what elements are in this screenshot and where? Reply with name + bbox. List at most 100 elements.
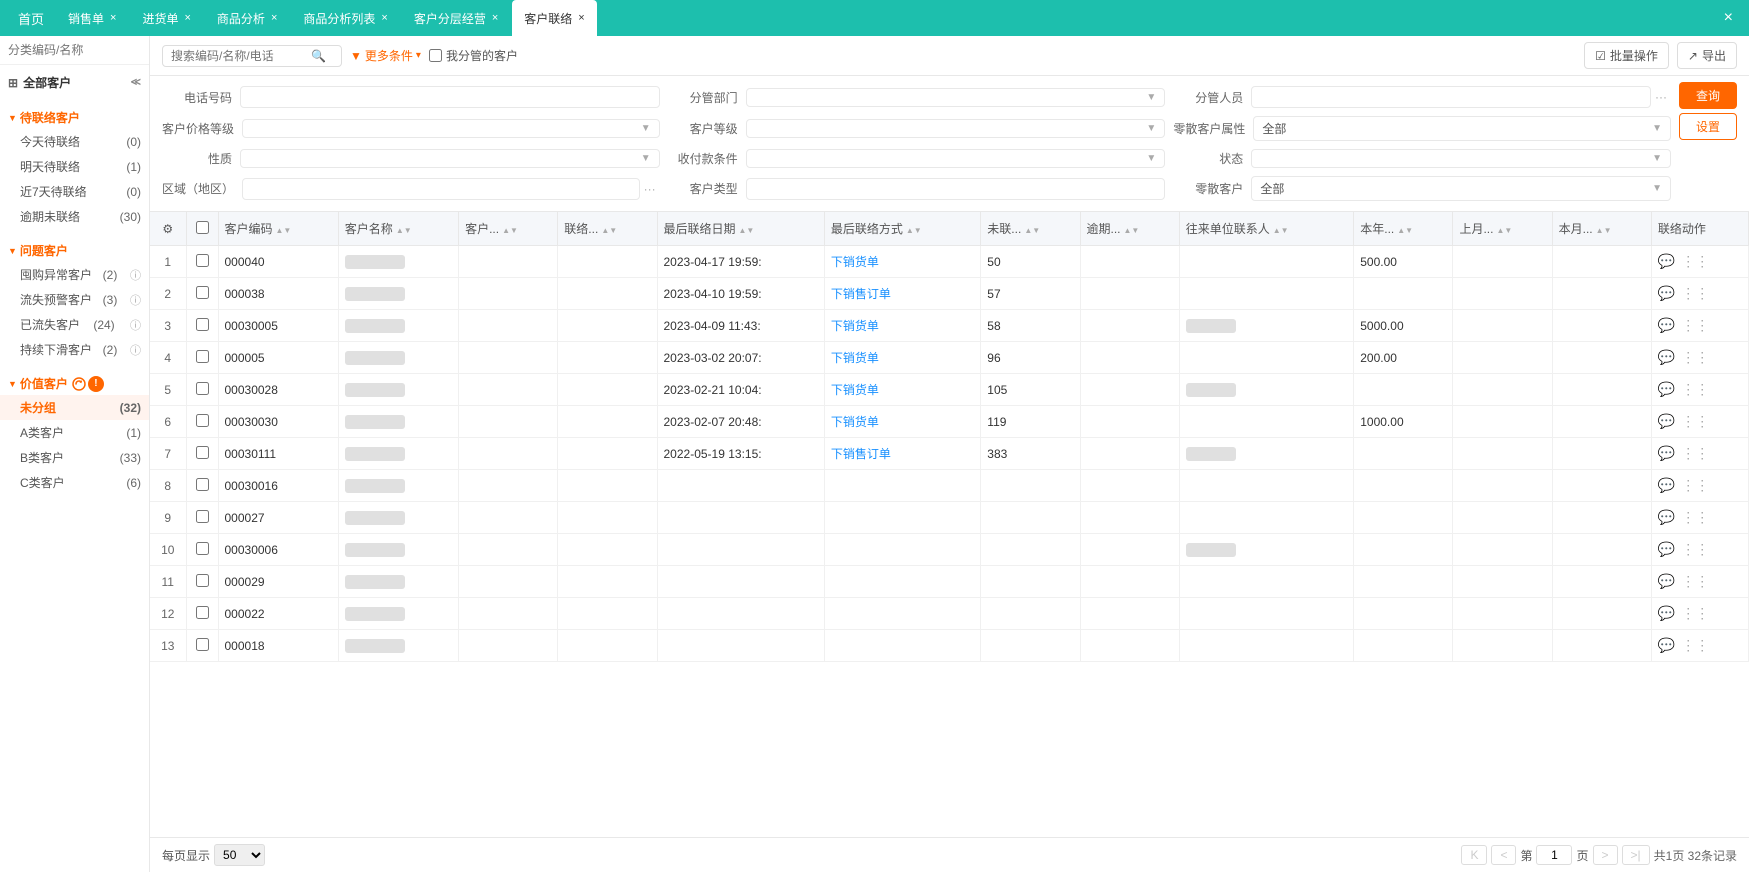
- last-method-link[interactable]: 下销货单: [831, 351, 879, 365]
- row-checkbox[interactable]: [186, 406, 218, 438]
- close-tab-sales[interactable]: ×: [110, 12, 116, 24]
- sidebar-item-declining[interactable]: 持续下滑客户 (2) ⓘ: [0, 337, 149, 362]
- contact-icon[interactable]: 💬: [1658, 509, 1675, 526]
- more-action-icon[interactable]: ⋮⋮: [1681, 253, 1709, 270]
- more-action-icon[interactable]: ⋮⋮: [1681, 509, 1709, 526]
- last-method-link[interactable]: 下销售订单: [831, 447, 891, 461]
- contact-icon[interactable]: 💬: [1658, 381, 1675, 398]
- more-action-icon[interactable]: ⋮⋮: [1681, 317, 1709, 334]
- checkbox-header[interactable]: [186, 212, 218, 246]
- contact-icon[interactable]: 💬: [1658, 605, 1675, 622]
- sidebar-search-box[interactable]: 🔍: [0, 36, 149, 65]
- row-select-checkbox[interactable]: [196, 286, 209, 299]
- row-select-checkbox[interactable]: [196, 638, 209, 651]
- filter-price-select[interactable]: ▼: [242, 119, 660, 138]
- sidebar-item-churned[interactable]: 已流失客户 (24) ⓘ: [0, 312, 149, 337]
- sidebar-item-a-class[interactable]: A类客户 (1): [0, 420, 149, 445]
- all-customers-header[interactable]: ⊞ 全部客户 ≪: [0, 69, 149, 96]
- bulk-ops-button[interactable]: ☑ 批量操作: [1584, 42, 1669, 69]
- row-select-checkbox[interactable]: [196, 510, 209, 523]
- problem-customers-label[interactable]: ▼ 问题客户: [0, 237, 149, 262]
- last-method-link[interactable]: 下销货单: [831, 319, 879, 333]
- home-tab[interactable]: 首页: [8, 9, 54, 28]
- tab-sales-order[interactable]: 销售单 ×: [56, 0, 128, 36]
- filter-level-select[interactable]: ▼: [746, 119, 1166, 138]
- close-tab-contact[interactable]: ×: [578, 12, 584, 24]
- sort-date-icon[interactable]: ▲▼: [739, 227, 755, 235]
- sort-cp-icon[interactable]: ▲▼: [1273, 227, 1289, 235]
- filter-phone-input[interactable]: [240, 86, 660, 108]
- sidebar-item-7days[interactable]: 近7天待联络 (0): [0, 179, 149, 204]
- contact-icon[interactable]: 💬: [1658, 637, 1675, 654]
- sort-notcon-icon[interactable]: ▲▼: [1024, 227, 1040, 235]
- filter-customer-type-input[interactable]: [746, 178, 1166, 200]
- tab-product-analysis-list[interactable]: 商品分析列表 ×: [291, 0, 399, 36]
- close-tab-product-analysis[interactable]: ×: [271, 12, 277, 24]
- tab-purchase-order[interactable]: 进货单 ×: [130, 0, 202, 36]
- reset-button[interactable]: 设置: [1679, 113, 1737, 140]
- row-select-checkbox[interactable]: [196, 254, 209, 267]
- filter-retail-attr-select[interactable]: 全部 ▼: [1253, 116, 1671, 141]
- contact-icon[interactable]: 💬: [1658, 349, 1675, 366]
- sort-overdue-icon[interactable]: ▲▼: [1124, 227, 1140, 235]
- sort-ty-icon[interactable]: ▲▼: [1397, 227, 1413, 235]
- row-select-checkbox[interactable]: [196, 574, 209, 587]
- row-select-checkbox[interactable]: [196, 446, 209, 459]
- filter-status-select[interactable]: ▼: [1251, 149, 1671, 168]
- filter-payment-select[interactable]: ▼: [746, 149, 1166, 168]
- tab-customer-segment[interactable]: 客户分层经营 ×: [402, 0, 510, 36]
- select-all-checkbox[interactable]: [196, 221, 209, 234]
- more-action-icon[interactable]: ⋮⋮: [1681, 285, 1709, 302]
- sidebar-item-ungrouped[interactable]: 未分组 (32): [0, 395, 149, 420]
- filter-retail-customer-select[interactable]: 全部 ▼: [1251, 176, 1671, 201]
- more-action-icon[interactable]: ⋮⋮: [1681, 605, 1709, 622]
- value-customers-label[interactable]: ▼ 价值客户 !: [0, 370, 149, 395]
- sidebar-item-tomorrow[interactable]: 明天待联络 (1): [0, 154, 149, 179]
- page-number-input[interactable]: [1536, 845, 1572, 865]
- sidebar-search-input[interactable]: [8, 43, 150, 57]
- row-checkbox[interactable]: [186, 438, 218, 470]
- sort-tm-icon[interactable]: ▲▼: [1596, 227, 1612, 235]
- more-action-icon[interactable]: ⋮⋮: [1681, 541, 1709, 558]
- row-checkbox[interactable]: [186, 502, 218, 534]
- tab-product-analysis[interactable]: 商品分析 ×: [205, 0, 289, 36]
- row-select-checkbox[interactable]: [196, 350, 209, 363]
- more-action-icon[interactable]: ⋮⋮: [1681, 413, 1709, 430]
- filter-dept-select[interactable]: ▼: [746, 88, 1166, 107]
- row-checkbox[interactable]: [186, 534, 218, 566]
- prev-page-button[interactable]: <: [1491, 845, 1516, 865]
- filter-person-input[interactable]: [1251, 86, 1651, 108]
- first-page-button[interactable]: K: [1461, 845, 1487, 865]
- row-checkbox[interactable]: [186, 246, 218, 278]
- window-close-button[interactable]: ×: [1716, 9, 1741, 27]
- more-action-icon[interactable]: ⋮⋮: [1681, 349, 1709, 366]
- close-tab-segment[interactable]: ×: [492, 12, 498, 24]
- settings-header[interactable]: ⚙: [150, 212, 186, 246]
- contact-icon[interactable]: 💬: [1658, 285, 1675, 302]
- refresh-icon[interactable]: [72, 377, 86, 391]
- last-page-button[interactable]: >|: [1622, 845, 1650, 865]
- last-method-link[interactable]: 下销售订单: [831, 287, 891, 301]
- contact-icon[interactable]: 💬: [1658, 317, 1675, 334]
- row-checkbox[interactable]: [186, 598, 218, 630]
- filter-region-input[interactable]: [242, 178, 640, 200]
- sort-type-icon[interactable]: ▲▼: [502, 227, 518, 235]
- sidebar-item-churn-warning[interactable]: 流失预警客户 (3) ⓘ: [0, 287, 149, 312]
- sidebar-item-abnormal[interactable]: 囤购异常客户 (2) ⓘ: [0, 262, 149, 287]
- more-action-icon[interactable]: ⋮⋮: [1681, 445, 1709, 462]
- close-tab-product-list[interactable]: ×: [381, 12, 387, 24]
- contact-icon[interactable]: 💬: [1658, 413, 1675, 430]
- row-checkbox[interactable]: [186, 278, 218, 310]
- next-page-button[interactable]: >: [1593, 845, 1618, 865]
- last-method-link[interactable]: 下销货单: [831, 415, 879, 429]
- sort-code-icon[interactable]: ▲▼: [276, 227, 292, 235]
- tab-customer-contact[interactable]: 客户联络 ×: [512, 0, 596, 36]
- contact-icon[interactable]: 💬: [1658, 477, 1675, 494]
- sidebar-item-today[interactable]: 今天待联络 (0): [0, 129, 149, 154]
- pending-contact-label[interactable]: ▼ 待联络客户: [0, 104, 149, 129]
- row-select-checkbox[interactable]: [196, 318, 209, 331]
- last-method-link[interactable]: 下销货单: [831, 383, 879, 397]
- row-select-checkbox[interactable]: [196, 542, 209, 555]
- export-button[interactable]: ↗ 导出: [1677, 42, 1737, 69]
- filter-person-dots[interactable]: ···: [1655, 90, 1667, 104]
